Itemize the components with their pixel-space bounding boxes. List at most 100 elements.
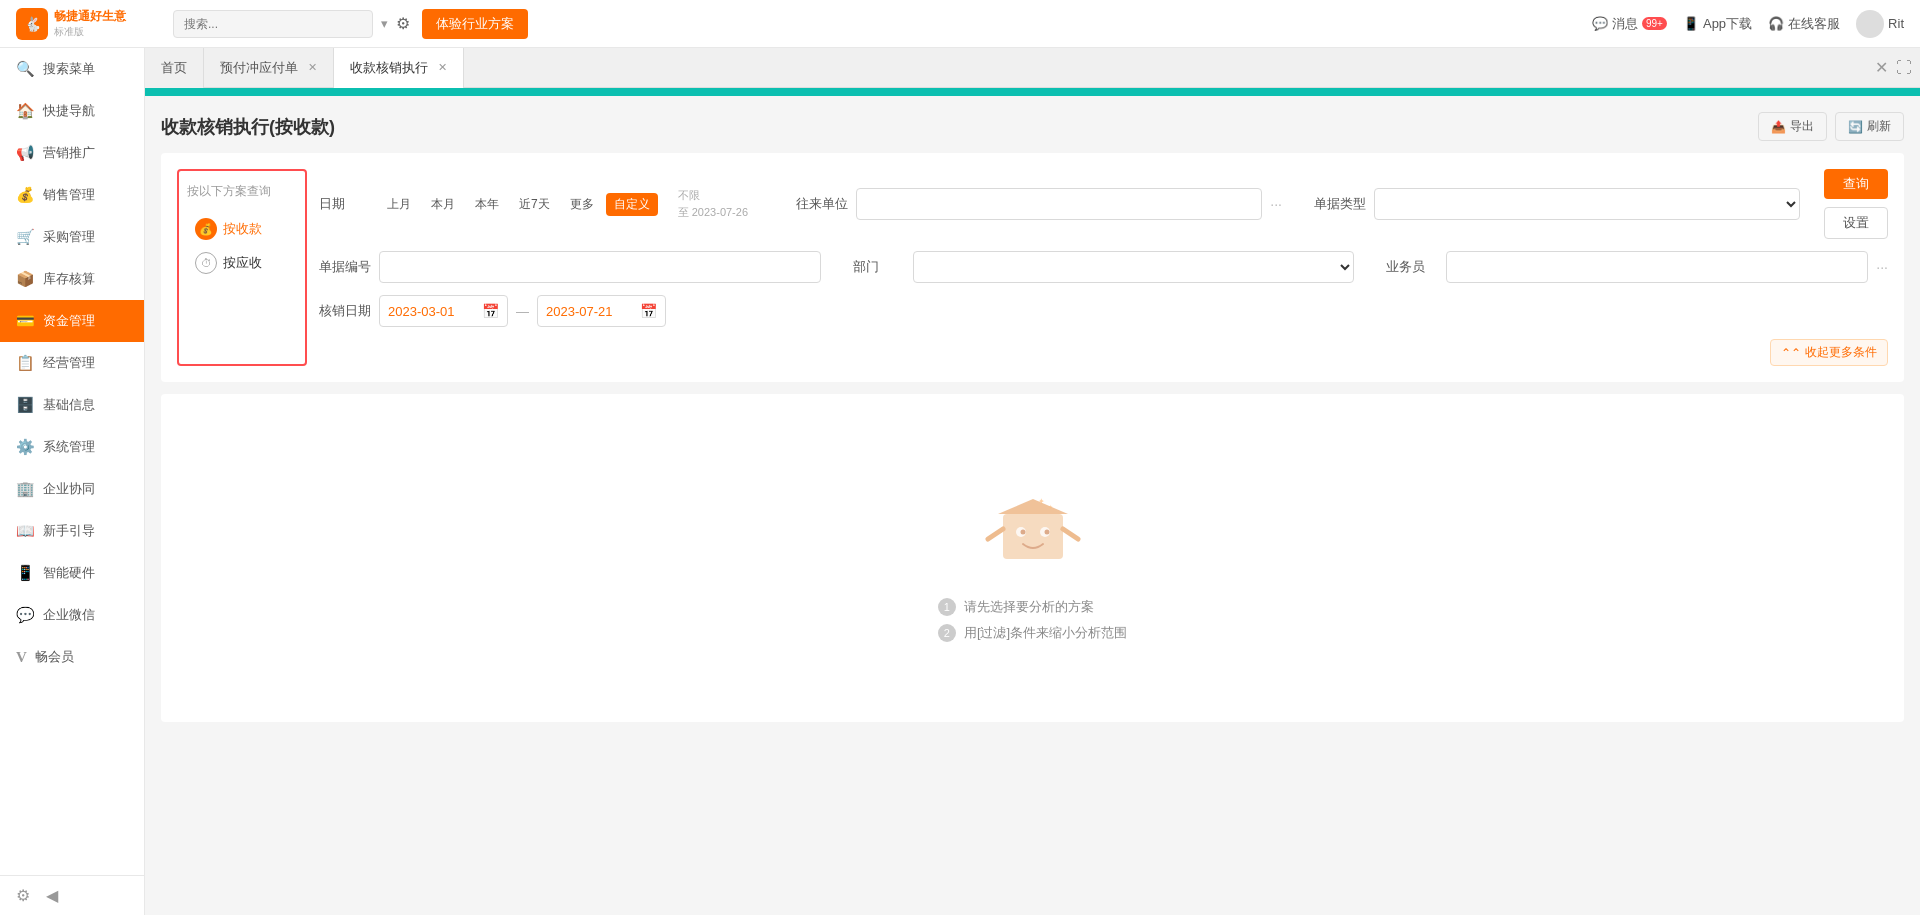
date-tab-last-month[interactable]: 上月 — [379, 193, 419, 216]
collapse-button[interactable]: ⌃⌃ 收起更多条件 — [1770, 339, 1888, 366]
main-content: 首页 预付冲应付单 ✕ 收款核销执行 ✕ ✕ ⛶ 收款核销执行(按收款) 📤 导… — [145, 48, 1920, 915]
svg-line-7 — [1063, 529, 1078, 539]
tab-collection[interactable]: 收款核销执行 ✕ — [334, 48, 464, 88]
verify-date-field: 核销日期 📅 — 📅 — [319, 295, 1888, 327]
sidebar-item-hardware[interactable]: 📱 智能硬件 — [0, 552, 144, 594]
sidebar-item-search-menu[interactable]: 🔍 搜索菜单 — [0, 48, 144, 90]
verify-end-input[interactable] — [546, 304, 636, 319]
box-icon: 📦 — [16, 270, 35, 288]
svg-text:✦: ✦ — [1038, 497, 1045, 506]
action-buttons: 查询 设置 — [1824, 169, 1888, 239]
svg-marker-1 — [998, 499, 1068, 514]
partner-dots[interactable]: ··· — [1270, 196, 1282, 212]
top-bar-right: 💬 消息 99+ 📱 App下载 🎧 在线客服 Rit — [1592, 10, 1904, 38]
empty-tip-1: 1 请先选择要分析的方案 — [938, 598, 1127, 616]
tab-prepay-close[interactable]: ✕ — [308, 61, 317, 74]
calendar-end-icon[interactable]: 📅 — [640, 303, 657, 319]
staff-input[interactable] — [1446, 251, 1868, 283]
collapse-row: ⌃⌃ 收起更多条件 — [319, 339, 1888, 366]
app-edition: 标准版 — [54, 25, 126, 39]
tab-collection-close[interactable]: ✕ — [438, 61, 447, 74]
filter-option-by-receivable[interactable]: ⏱ 按应收 — [187, 246, 297, 280]
sidebar-item-sales[interactable]: 💰 销售管理 — [0, 174, 144, 216]
svg-line-6 — [988, 529, 1003, 539]
partner-label: 往来单位 — [796, 195, 848, 213]
search-input[interactable] — [173, 10, 373, 38]
avatar — [1856, 10, 1884, 38]
online-service-btn[interactable]: 🎧 在线客服 — [1768, 15, 1840, 33]
empty-tip-2: 2 用[过滤]条件来缩小分析范围 — [938, 624, 1127, 642]
sidebar-item-member[interactable]: V 畅会员 — [0, 636, 144, 678]
megaphone-icon: 📢 — [16, 144, 35, 162]
message-badge: 99+ — [1642, 17, 1667, 30]
chevron-up-icon: ⌃⌃ — [1781, 346, 1801, 360]
tab-bar: 首页 预付冲应付单 ✕ 收款核销执行 ✕ ✕ ⛶ — [145, 48, 1920, 88]
export-button[interactable]: 📤 导出 — [1758, 112, 1827, 141]
home-icon: 🏠 — [16, 102, 35, 120]
close-tab-btn[interactable]: ✕ — [1875, 58, 1888, 77]
chevron-down-icon[interactable]: ▾ — [381, 16, 388, 31]
sidebar-item-purchase[interactable]: 🛒 采购管理 — [0, 216, 144, 258]
tab-prepay-label: 预付冲应付单 — [220, 59, 298, 77]
message-btn[interactable]: 💬 消息 99+ — [1592, 15, 1667, 33]
card-icon: 💳 — [16, 312, 35, 330]
date-tab-7days[interactable]: 近7天 — [511, 193, 558, 216]
filter-panel: 按以下方案查询 💰 按收款 ⏱ 按应收 日期 — [161, 153, 1904, 382]
sidebar-item-basic-info[interactable]: 🗄️ 基础信息 — [0, 384, 144, 426]
settings-button[interactable]: 设置 — [1824, 207, 1888, 239]
doc-no-field: 单据编号 — [319, 251, 821, 283]
verify-date-range: 📅 — 📅 — [379, 295, 666, 327]
calendar-start-icon[interactable]: 📅 — [482, 303, 499, 319]
sidebar-item-system[interactable]: ⚙️ 系统管理 — [0, 426, 144, 468]
settings-bottom-icon[interactable]: ⚙ — [16, 886, 30, 905]
doc-no-input[interactable] — [379, 251, 821, 283]
sidebar-item-quick-nav[interactable]: 🏠 快捷导航 — [0, 90, 144, 132]
tip-num-1: 1 — [938, 598, 956, 616]
sidebar-item-operation[interactable]: 📋 经营管理 — [0, 342, 144, 384]
system-gear-icon: ⚙️ — [16, 438, 35, 456]
filter-main: 日期 上月 本月 本年 近7天 更多 自定义 不限 — [319, 169, 1888, 366]
filter-option-by-collection[interactable]: 💰 按收款 — [187, 212, 297, 246]
book-icon: 📖 — [16, 522, 35, 540]
dept-select[interactable] — [913, 251, 1355, 283]
date-tab-custom[interactable]: 自定义 — [606, 193, 658, 216]
refresh-button[interactable]: 🔄 刷新 — [1835, 112, 1904, 141]
filter-sidebar-title: 按以下方案查询 — [187, 183, 297, 200]
page-title: 收款核销执行(按收款) — [161, 115, 335, 139]
date-tab-more[interactable]: 更多 — [562, 193, 602, 216]
doc-type-field: 单据类型 — [1314, 188, 1800, 220]
tab-home[interactable]: 首页 — [145, 48, 204, 88]
collapse-icon[interactable]: ◀ — [46, 886, 58, 905]
sidebar-item-inventory[interactable]: 📦 库存核算 — [0, 258, 144, 300]
date-tab-this-month[interactable]: 本月 — [423, 193, 463, 216]
doc-type-select[interactable] — [1374, 188, 1800, 220]
date-dash: — — [516, 304, 529, 319]
expand-tab-btn[interactable]: ⛶ — [1896, 59, 1912, 77]
svg-text:✦: ✦ — [1048, 504, 1053, 510]
page-header: 收款核销执行(按收款) 📤 导出 🔄 刷新 — [161, 112, 1904, 141]
date-tab-this-year[interactable]: 本年 — [467, 193, 507, 216]
gear-icon[interactable]: ⚙ — [396, 14, 410, 33]
user-area[interactable]: Rit — [1856, 10, 1904, 38]
filter-row-3: 核销日期 📅 — 📅 — [319, 295, 1888, 327]
query-button[interactable]: 查询 — [1824, 169, 1888, 199]
svg-point-4 — [1020, 530, 1025, 535]
verify-date-label: 核销日期 — [319, 302, 371, 320]
export-icon: 📤 — [1771, 120, 1786, 134]
staff-dots[interactable]: ··· — [1876, 259, 1888, 275]
sidebar-item-wechat[interactable]: 💬 企业微信 — [0, 594, 144, 636]
app-download-btn[interactable]: 📱 App下载 — [1683, 15, 1752, 33]
partner-input[interactable] — [856, 188, 1262, 220]
date-tabs: 上月 本月 本年 近7天 更多 自定义 — [379, 193, 658, 216]
empty-illustration: ✦ ✦ — [983, 474, 1083, 574]
sidebar: 🔍 搜索菜单 🏠 快捷导航 📢 营销推广 💰 销售管理 🛒 采购管理 📦 库存核… — [0, 48, 145, 915]
sidebar-item-marketing[interactable]: 📢 营销推广 — [0, 132, 144, 174]
tab-collection-label: 收款核销执行 — [350, 59, 428, 77]
tab-prepay[interactable]: 预付冲应付单 ✕ — [204, 48, 334, 88]
industry-btn[interactable]: 体验行业方案 — [422, 9, 528, 39]
sidebar-item-enterprise[interactable]: 🏢 企业协同 — [0, 468, 144, 510]
sidebar-item-guide[interactable]: 📖 新手引导 — [0, 510, 144, 552]
app-name: 畅捷通好生意 — [54, 8, 126, 25]
verify-start-input[interactable] — [388, 304, 478, 319]
sidebar-item-finance[interactable]: 💳 资金管理 — [0, 300, 144, 342]
